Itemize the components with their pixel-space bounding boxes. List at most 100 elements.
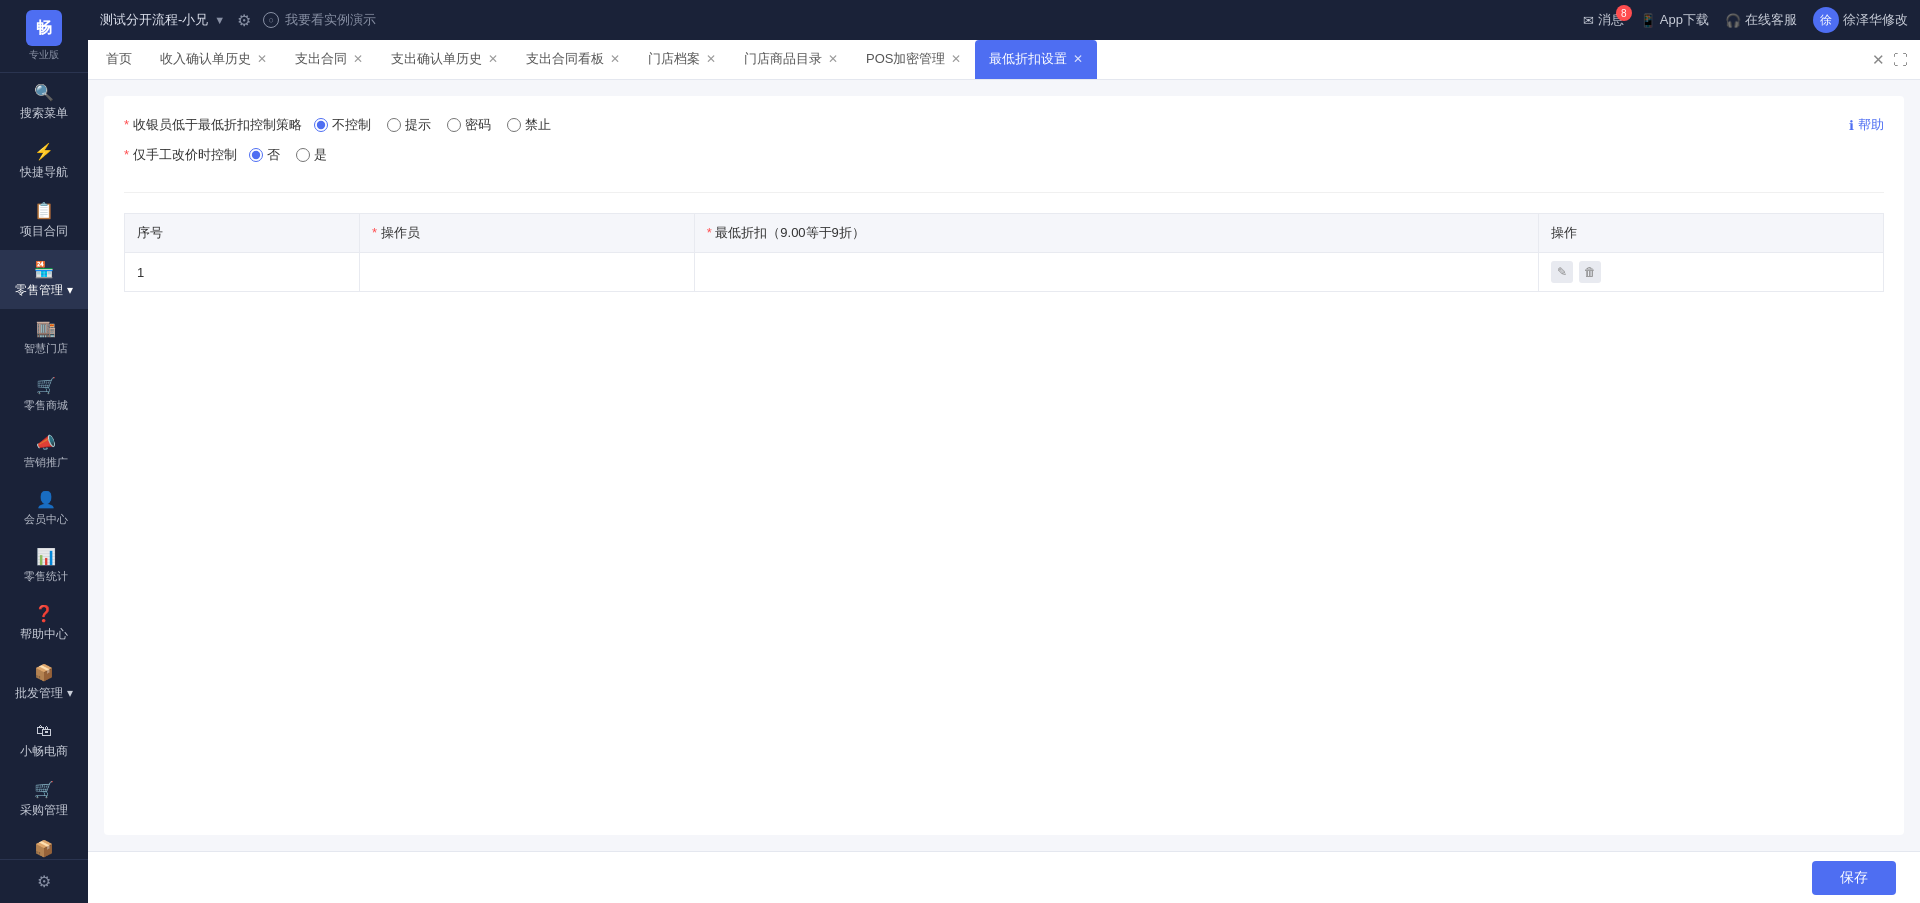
cell-seq-0: 1 (125, 253, 360, 292)
project-name: 测试分开流程-小兄 (100, 11, 208, 29)
sidebar-item-label-retail_mgmt: 零售管理 ▾ (15, 282, 72, 299)
strategy-radio-no_control[interactable] (314, 118, 328, 132)
tab-store_products[interactable]: 门店商品目录 ✕ (730, 40, 852, 79)
sidebar-item-ecommerce[interactable]: 🛍小畅电商 (0, 712, 88, 770)
tab-close-min_discount[interactable]: ✕ (1073, 53, 1083, 65)
tab-close-payment_board[interactable]: ✕ (610, 53, 620, 65)
strategy-label: 收银员低于最低折扣控制策略 (124, 116, 302, 134)
demo-label: 我要看实例演示 (285, 11, 376, 29)
message-badge: 8 (1616, 5, 1632, 21)
help-circle-icon: ℹ (1849, 118, 1854, 133)
sidebar-item-label-batch_mgmt: 批发管理 ▾ (15, 685, 72, 702)
topbar-demo-button[interactable]: ○ 我要看实例演示 (263, 11, 376, 29)
service-icon: 🎧 (1725, 13, 1741, 28)
sidebar-item-retail_stats[interactable]: 📊零售统计 (0, 537, 88, 594)
tab-payment_contract[interactable]: 支出合同 ✕ (281, 40, 377, 79)
topbar-project[interactable]: 测试分开流程-小兄 ▼ (100, 11, 225, 29)
tab-close-payment_confirm_history[interactable]: ✕ (488, 53, 498, 65)
tab-pos_encrypt[interactable]: POS加密管理 ✕ (852, 40, 975, 79)
help-button[interactable]: ℹ 帮助 (1849, 116, 1884, 134)
strategy-radio-password[interactable] (447, 118, 461, 132)
sidebar-item-batch_mgmt[interactable]: 📦批发管理 ▾ (0, 653, 88, 712)
sidebar-item-purchase_mgmt[interactable]: 🛒采购管理 (0, 770, 88, 829)
sidebar-item-member_center[interactable]: 👤会员中心 (0, 480, 88, 537)
manual-option-no[interactable]: 否 (249, 146, 280, 164)
download-icon: 📱 (1640, 13, 1656, 28)
manual-radio-no[interactable] (249, 148, 263, 162)
sidebar-nav: 🔍搜索菜单⚡快捷导航📋项目合同🏪零售管理 ▾🏬智慧门店🛒零售商城📣营销推广👤会员… (0, 73, 88, 859)
tab-label-home: 首页 (106, 50, 132, 68)
delete-icon-0[interactable]: 🗑 (1579, 261, 1601, 283)
strategy-radio-forbid[interactable] (507, 118, 521, 132)
topbar-message[interactable]: ✉ 消息 8 (1583, 11, 1624, 29)
action-icons-0: ✎ 🗑 (1551, 261, 1871, 283)
sidebar-item-project_contract[interactable]: 📋项目合同 (0, 191, 88, 250)
strategy-label-remind: 提示 (405, 116, 431, 134)
tab-label-pos_encrypt: POS加密管理 (866, 50, 945, 68)
tab-payment_board[interactable]: 支出合同看板 ✕ (512, 40, 634, 79)
topbar-customer-service[interactable]: 🎧 在线客服 (1725, 11, 1797, 29)
topbar-app-download[interactable]: 📱 App下载 (1640, 11, 1709, 29)
sidebar-item-label-help_center: 帮助中心 (20, 626, 68, 643)
message-icon: ✉ (1583, 13, 1594, 28)
sidebar-item-retail_mall[interactable]: 🛒零售商城 (0, 366, 88, 423)
cell-discount-0 (694, 253, 1538, 292)
tab-expand-icon[interactable]: ⛶ (1893, 51, 1908, 68)
sidebar-item-search[interactable]: 🔍搜索菜单 (0, 73, 88, 132)
tab-label-store_products: 门店商品目录 (744, 50, 822, 68)
retail_mall-icon: 🛒 (36, 376, 56, 395)
topbar-user[interactable]: 徐 徐泽华修改 (1813, 7, 1908, 33)
tab-store_file[interactable]: 门店档案 ✕ (634, 40, 730, 79)
sidebar-item-help_center[interactable]: ❓帮助中心 (0, 594, 88, 653)
user-avatar: 徐 (1813, 7, 1839, 33)
save-button[interactable]: 保存 (1812, 861, 1896, 895)
tab-close-store_file[interactable]: ✕ (706, 53, 716, 65)
tab-min_discount[interactable]: 最低折扣设置 ✕ (975, 40, 1097, 79)
manual-radio-group: 否是 (249, 146, 327, 164)
strategy-option-forbid[interactable]: 禁止 (507, 116, 551, 134)
sidebar-item-label-smart_store: 智慧门店 (24, 341, 68, 356)
tab-income_history[interactable]: 收入确认单历史 ✕ (146, 40, 281, 79)
sidebar-item-inventory[interactable]: 📦库存核算 (0, 829, 88, 859)
quicknav-icon: ⚡ (34, 142, 54, 161)
sidebar-item-label-search: 搜索菜单 (20, 105, 68, 122)
tab-label-income_history: 收入确认单历史 (160, 50, 251, 68)
tab-label-payment_board: 支出合同看板 (526, 50, 604, 68)
sidebar-footer-settings[interactable]: ⚙ (0, 859, 88, 903)
sidebar-item-marketing[interactable]: 📣营销推广 (0, 423, 88, 480)
form-section: ℹ 帮助 收银员低于最低折扣控制策略 不控制 提示 密码禁止 仅手工改价时控制 否是 (124, 116, 1884, 193)
tab-home[interactable]: 首页 (92, 40, 146, 79)
tab-close-store_products[interactable]: ✕ (828, 53, 838, 65)
edit-icon-0[interactable]: ✎ (1551, 261, 1573, 283)
tab-close-all-icon[interactable]: ✕ (1872, 51, 1885, 69)
tab-payment_confirm_history[interactable]: 支出确认单历史✕ (377, 40, 512, 79)
manual-option-yes[interactable]: 是 (296, 146, 327, 164)
strategy-option-password[interactable]: 密码 (447, 116, 491, 134)
sidebar-item-label-ecommerce: 小畅电商 (20, 743, 68, 760)
app-download-label: App下载 (1660, 11, 1709, 29)
member_center-icon: 👤 (36, 490, 56, 509)
manual-label: 仅手工改价时控制 (124, 146, 237, 164)
manual-radio-yes[interactable] (296, 148, 310, 162)
sidebar-item-smart_store[interactable]: 🏬智慧门店 (0, 309, 88, 366)
sidebar-item-quicknav[interactable]: ⚡快捷导航 (0, 132, 88, 191)
content-card: ℹ 帮助 收银员低于最低折扣控制策略 不控制 提示 密码禁止 仅手工改价时控制 否是… (104, 96, 1904, 835)
cell-operator-0 (359, 253, 694, 292)
purchase_mgmt-icon: 🛒 (34, 780, 54, 799)
sidebar-item-retail_mgmt[interactable]: 🏪零售管理 ▾ (0, 250, 88, 309)
strategy-label-password: 密码 (465, 116, 491, 134)
user-name: 徐泽华修改 (1843, 11, 1908, 29)
topbar-settings-button[interactable]: ⚙ (237, 11, 251, 30)
strategy-radio-remind[interactable] (387, 118, 401, 132)
strategy-option-no_control[interactable]: 不控制 (314, 116, 371, 134)
tab-close-payment_contract[interactable]: ✕ (353, 53, 363, 65)
tab-close-pos_encrypt[interactable]: ✕ (951, 53, 961, 65)
th-operator: 操作员 (359, 214, 694, 253)
tab-close-income_history[interactable]: ✕ (257, 53, 267, 65)
tab-label-min_discount: 最低折扣设置 (989, 50, 1067, 68)
tabbar: 首页收入确认单历史✕支出合同✕支出确认单历史✕支出合同看板✕门店档案✕门店商品目… (88, 40, 1920, 80)
tab-label-store_file: 门店档案 (648, 50, 700, 68)
strategy-option-remind[interactable]: 提示 (387, 116, 431, 134)
manual-row: 仅手工改价时控制 否是 (124, 146, 1884, 164)
tab-label-payment_contract: 支出合同 (295, 50, 347, 68)
